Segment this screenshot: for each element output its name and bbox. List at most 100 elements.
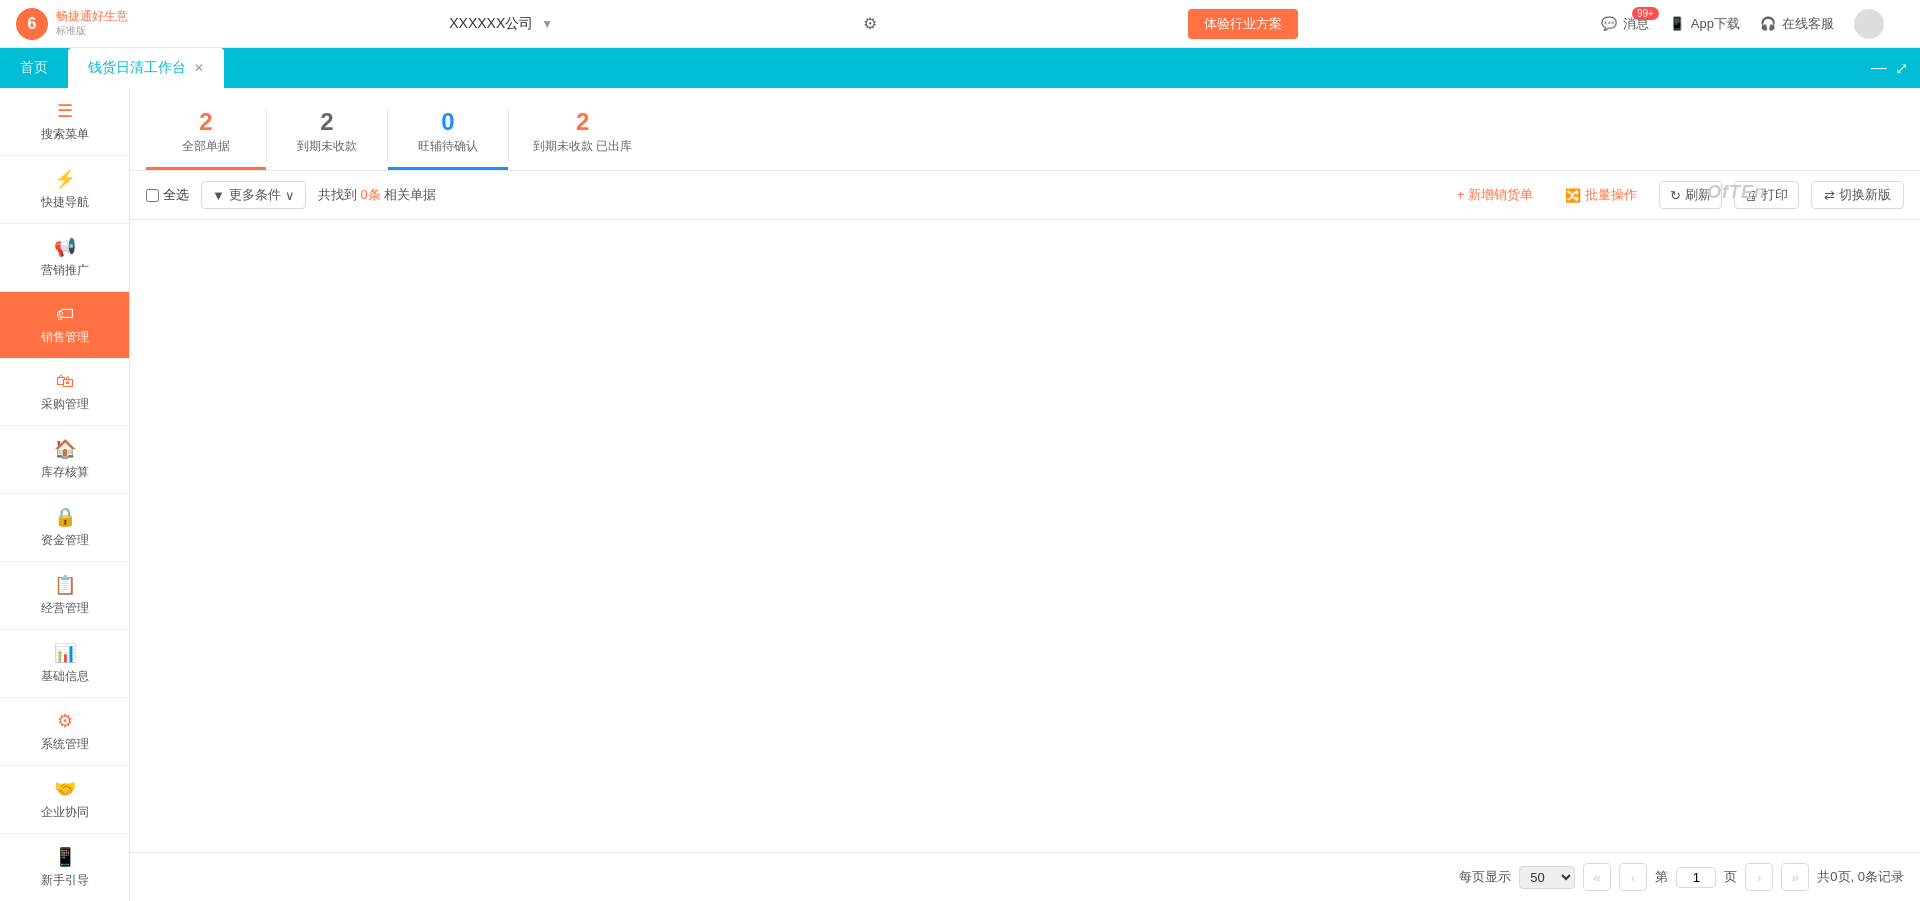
- logo-area: 6 畅捷通好生意 标准版: [16, 8, 146, 40]
- company-name: XXXXXX公司: [449, 15, 533, 33]
- stat-wangwang-label: 旺辅待确认: [418, 138, 478, 155]
- stat-all-number: 2: [199, 108, 212, 136]
- tab-bar-right: — ⤢: [1871, 59, 1920, 78]
- print-button[interactable]: 🖨 打印: [1734, 181, 1799, 209]
- first-page-button[interactable]: «: [1583, 863, 1611, 891]
- switch-icon: ⇄: [1824, 188, 1835, 203]
- sidebar-item-ops-mgmt[interactable]: 📋 经营管理: [0, 562, 129, 630]
- stat-overdue-shipped-label: 到期未收款 已出库: [533, 138, 632, 155]
- stat-tab-overdue[interactable]: 2 到期未收款: [267, 100, 387, 170]
- message-icon: 💬: [1601, 16, 1617, 31]
- page-size-label: 每页显示: [1459, 868, 1511, 886]
- logo-icon: 6: [16, 8, 48, 40]
- app-download-label: App下载: [1691, 15, 1740, 33]
- sidebar-item-enterprise-collab[interactable]: 🤝 企业协同: [0, 766, 129, 834]
- sidebar-item-inventory[interactable]: 🏠 库存核算: [0, 426, 129, 494]
- sidebar-item-purchase-mgmt[interactable]: 🛍 采购管理: [0, 359, 129, 426]
- main-layout: ☰ 搜索菜单 ⚡ 快捷导航 📢 营销推广 🏷 销售管理 🛍 采购管理 🏠 库存核…: [0, 88, 1920, 901]
- sidebar-item-quick-nav[interactable]: ⚡ 快捷导航: [0, 156, 129, 224]
- collab-icon: 🤝: [54, 778, 76, 800]
- stat-tab-overdue-shipped[interactable]: 2 到期未收款 已出库: [509, 100, 656, 170]
- content-area: 2 全部单据 2 到期未收款 0 旺辅待确认 2 到期未收款 已出库: [130, 88, 1920, 901]
- app-download-action[interactable]: 📱 App下载: [1669, 15, 1740, 33]
- base-icon: 📊: [54, 642, 76, 664]
- select-all-checkbox[interactable]: [146, 189, 159, 202]
- stat-overdue-label: 到期未收款: [297, 138, 357, 155]
- filter-result: 共找到 0条 相关单据: [318, 186, 436, 204]
- tab-expand-icon[interactable]: ⤢: [1895, 59, 1908, 78]
- tab-bar: 首页 钱货日清工作台 ✕ — ⤢: [0, 48, 1920, 88]
- stats-tabs: 2 全部单据 2 到期未收款 0 旺辅待确认 2 到期未收款 已出库: [130, 88, 1920, 171]
- quick-nav-icon: ⚡: [54, 168, 76, 190]
- stat-overdue-number: 2: [320, 108, 333, 136]
- refresh-icon: ↻: [1670, 188, 1681, 203]
- logo-line1: 畅捷通好生意: [56, 9, 128, 25]
- sales-icon: 🏷: [56, 304, 74, 325]
- inventory-icon: 🏠: [54, 438, 76, 460]
- pagination-bar: 每页显示 50 20 100 « ‹ 第 页 › » 共0页, 0条记录: [130, 852, 1920, 901]
- top-header: 6 畅捷通好生意 标准版 XXXXXX公司 ▼ ⚙ 体验行业方案 💬 消息 99…: [0, 0, 1920, 48]
- header-right: 💬 消息 99+ 📱 App下载 🎧 在线客服: [1601, 9, 1904, 39]
- page-size-select[interactable]: 50 20 100: [1519, 866, 1575, 889]
- sys-icon: ⚙: [57, 710, 73, 732]
- phone-icon: 📱: [1669, 16, 1685, 31]
- online-service-action[interactable]: 🎧 在线客服: [1760, 15, 1834, 33]
- service-icon: 🎧: [1760, 16, 1776, 31]
- stat-overdue-shipped-number: 2: [576, 108, 589, 136]
- sidebar-item-capital-mgmt[interactable]: 🔒 资金管理: [0, 494, 129, 562]
- select-all-checkbox-area[interactable]: 全选: [146, 186, 189, 204]
- page-label: 第: [1655, 868, 1668, 886]
- filter-icon: ▼: [212, 188, 225, 203]
- online-service-label: 在线客服: [1782, 15, 1834, 33]
- print-icon: 🖨: [1745, 188, 1758, 203]
- new-sales-order-button[interactable]: + 新增销货单: [1447, 182, 1543, 208]
- sidebar-item-sys-mgmt[interactable]: ⚙ 系统管理: [0, 698, 129, 766]
- stat-wangwang-number: 0: [441, 108, 454, 136]
- more-filter-button[interactable]: ▼ 更多条件 ∨: [201, 181, 306, 209]
- sidebar-item-search-menu[interactable]: ☰ 搜索菜单: [0, 88, 129, 156]
- marketing-icon: 📢: [54, 236, 76, 258]
- trial-button[interactable]: 体验行业方案: [1188, 9, 1298, 39]
- tab-minimize-icon[interactable]: —: [1871, 59, 1887, 77]
- tab-home[interactable]: 首页: [0, 48, 68, 88]
- logo-text-area: 畅捷通好生意 标准版: [56, 9, 128, 39]
- message-badge: 99+: [1632, 7, 1659, 20]
- message-action[interactable]: 💬 消息 99+: [1601, 15, 1649, 33]
- next-page-button[interactable]: ›: [1745, 863, 1773, 891]
- page-input[interactable]: [1676, 867, 1716, 888]
- sidebar-item-marketing[interactable]: 📢 营销推广: [0, 224, 129, 292]
- sidebar-item-beginner-guide[interactable]: 📱 新手引导: [0, 834, 129, 901]
- tab-close-icon[interactable]: ✕: [194, 61, 204, 75]
- toolbar-right: + 新增销货单 🔀 批量操作 ↻ 刷新 🖨 打印 ⇄ 切换新版: [1447, 181, 1904, 209]
- avatar[interactable]: [1854, 9, 1884, 39]
- chevron-down-icon: ∨: [285, 188, 295, 203]
- stat-all-label: 全部单据: [182, 138, 230, 155]
- toolbar: 全选 ▼ 更多条件 ∨ 共找到 0条 相关单据 + 新增销货单 🔀 批量操作 ↻…: [130, 171, 1920, 220]
- batch-icon: 🔀: [1565, 188, 1581, 203]
- switch-new-version-button[interactable]: ⇄ 切换新版: [1811, 181, 1904, 209]
- capital-icon: 🔒: [54, 506, 76, 528]
- page-suffix-label: 页: [1724, 868, 1737, 886]
- ops-icon: 📋: [54, 574, 76, 596]
- result-count: 0条: [361, 187, 381, 202]
- prev-page-button[interactable]: ‹: [1619, 863, 1647, 891]
- total-info: 共0页, 0条记录: [1817, 868, 1904, 886]
- dropdown-arrow-icon: ▼: [541, 17, 553, 31]
- select-all-label: 全选: [163, 186, 189, 204]
- refresh-button[interactable]: ↻ 刷新: [1659, 181, 1722, 209]
- batch-operation-button[interactable]: 🔀 批量操作: [1555, 182, 1647, 208]
- content-body: [130, 220, 1920, 852]
- settings-icon[interactable]: ⚙: [856, 10, 884, 38]
- sidebar-item-sales-mgmt[interactable]: 🏷 销售管理: [0, 292, 129, 359]
- sidebar-item-base-info[interactable]: 📊 基础信息: [0, 630, 129, 698]
- stat-tab-all[interactable]: 2 全部单据: [146, 100, 266, 170]
- logo-line2: 标准版: [56, 24, 128, 38]
- tab-cash-goods[interactable]: 钱货日清工作台 ✕: [68, 48, 224, 88]
- search-menu-icon: ☰: [57, 100, 73, 122]
- purchase-icon: 🛍: [56, 371, 74, 392]
- stat-tab-wangwang[interactable]: 0 旺辅待确认: [388, 100, 508, 170]
- guide-icon: 📱: [54, 846, 76, 868]
- company-selector[interactable]: XXXXXX公司 ▼: [449, 15, 553, 33]
- sidebar: ☰ 搜索菜单 ⚡ 快捷导航 📢 营销推广 🏷 销售管理 🛍 采购管理 🏠 库存核…: [0, 88, 130, 901]
- last-page-button[interactable]: »: [1781, 863, 1809, 891]
